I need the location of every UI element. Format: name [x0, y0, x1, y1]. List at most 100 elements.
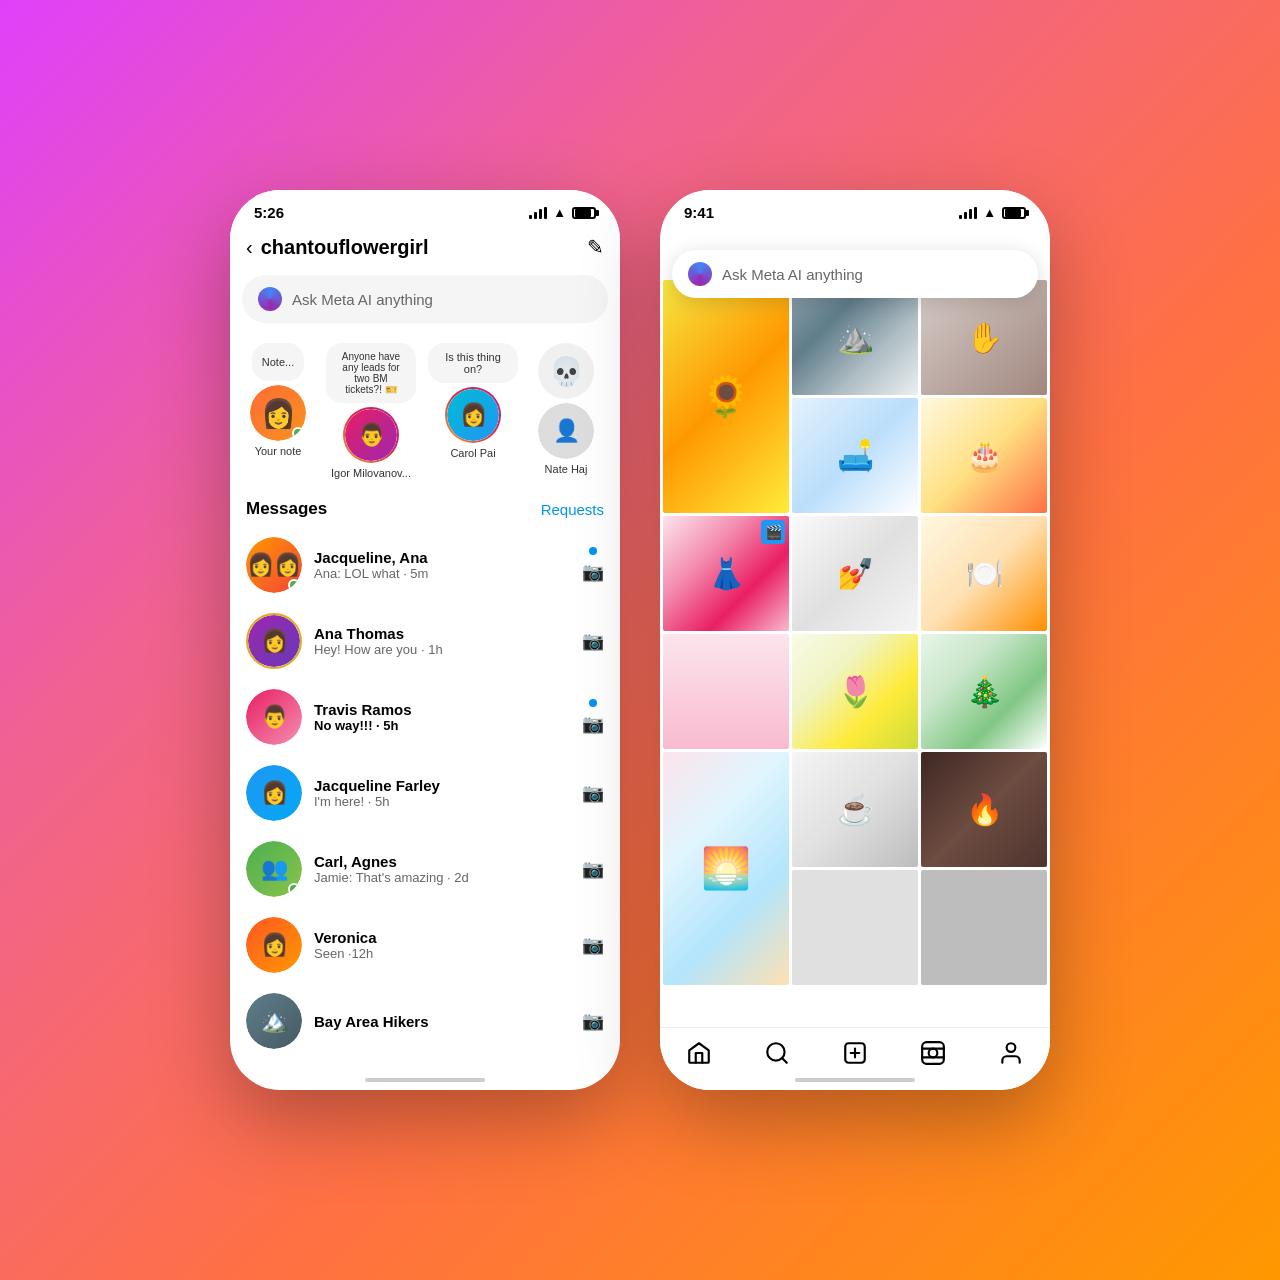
- msg-name-3: Travis Ramos: [314, 701, 570, 718]
- msg-preview-6: Seen ·12h: [314, 946, 570, 961]
- note-item-2[interactable]: Anyone have any leads for two BM tickets…: [326, 343, 416, 479]
- camera-icon-4[interactable]: 📷: [582, 782, 604, 804]
- msg-name-1: Jacqueline, Ana: [314, 549, 570, 566]
- battery-icon-right: [1002, 207, 1026, 219]
- note-bubble-3: Is this thing on?: [428, 343, 518, 383]
- status-bar-right: 9:41 ▲: [660, 190, 1050, 227]
- message-item-4[interactable]: 👩 Jacqueline Farley I'm here! · 5h 📷: [242, 755, 608, 831]
- msg-content-2: Ana Thomas Hey! How are you · 1h: [314, 625, 570, 657]
- msg-preview-5: Jamie: That's amazing · 2d: [314, 870, 570, 885]
- note-label-4: Nate Haj: [545, 463, 588, 475]
- msg-right-6: 📷: [582, 934, 604, 956]
- msg-name-5: Carl, Agnes: [314, 853, 570, 870]
- msg-right-1: 📷: [582, 547, 604, 583]
- online-dot-5: [288, 883, 300, 895]
- home-indicator-left: [365, 1078, 485, 1082]
- grid-cell-14[interactable]: [792, 870, 918, 985]
- avatar-4: 👩: [246, 765, 302, 821]
- message-item-5[interactable]: 👥 Carl, Agnes Jamie: That's amazing · 2d…: [242, 831, 608, 907]
- msg-content-3: Travis Ramos No way!!! · 5h: [314, 701, 570, 733]
- meta-ai-search-left[interactable]: Ask Meta AI anything: [242, 275, 608, 323]
- grid-cell-1[interactable]: 🌻: [663, 280, 789, 513]
- camera-icon-1[interactable]: 📷: [582, 561, 604, 583]
- meta-ai-placeholder-left: Ask Meta AI anything: [292, 291, 433, 308]
- message-list: 👩‍👩 Jacqueline, Ana Ana: LOL what · 5m 📷…: [230, 527, 620, 1059]
- meta-ai-placeholder-right: Ask Meta AI anything: [722, 266, 863, 283]
- nav-search[interactable]: [764, 1040, 790, 1066]
- grid-cell-15[interactable]: [921, 870, 1047, 985]
- message-item-1[interactable]: 👩‍👩 Jacqueline, Ana Ana: LOL what · 5m 📷: [242, 527, 608, 603]
- svg-rect-5: [922, 1042, 944, 1064]
- unread-dot-3: [589, 699, 597, 707]
- phone-right: 9:41 ▲ Ask Meta AI anything: [660, 190, 1050, 1090]
- grid-cell-5[interactable]: 🎂: [921, 398, 1047, 513]
- note-label-3: Carol Pai: [450, 447, 495, 459]
- grid-cell-11[interactable]: 🌅: [663, 752, 789, 985]
- grid-cell-4[interactable]: 🛋️: [792, 398, 918, 513]
- avatar-6: 👩: [246, 917, 302, 973]
- msg-content-5: Carl, Agnes Jamie: That's amazing · 2d: [314, 853, 570, 885]
- nav-add[interactable]: [842, 1040, 868, 1066]
- grid-cell-10[interactable]: 🎄: [921, 634, 1047, 749]
- unread-dot-1: [589, 547, 597, 555]
- nav-reels[interactable]: [920, 1040, 946, 1066]
- nav-profile[interactable]: [998, 1040, 1024, 1066]
- note-avatar-3: 👩: [445, 387, 501, 443]
- svg-line-1: [782, 1058, 787, 1063]
- grid-cell-13[interactable]: 🔥: [921, 752, 1047, 867]
- svg-point-6: [929, 1049, 938, 1058]
- message-item-6[interactable]: 👩 Veronica Seen ·12h 📷: [242, 907, 608, 983]
- note-item-4[interactable]: 💀 👤 Nate Haj: [530, 343, 602, 479]
- grid-cell-9[interactable]: 🌷: [792, 634, 918, 749]
- online-dot-1: [288, 579, 300, 591]
- message-item-3[interactable]: 👨 Travis Ramos No way!!! · 5h 📷: [242, 679, 608, 755]
- message-item-2[interactable]: 👩 Ana Thomas Hey! How are you · 1h 📷: [242, 603, 608, 679]
- grid-cell-8[interactable]: 🍽️: [921, 516, 1047, 631]
- back-button[interactable]: ‹: [246, 236, 253, 259]
- dm-header: ‹ chantouflowergirl ✎: [230, 227, 620, 271]
- note-label-1: Your note: [255, 445, 302, 457]
- time-left: 5:26: [254, 204, 284, 221]
- notes-row: Note... 👩 Your note Anyone have any lead…: [230, 335, 620, 491]
- camera-icon-3[interactable]: 📷: [582, 713, 604, 735]
- msg-name-7: Bay Area Hikers: [314, 1013, 570, 1030]
- svg-point-9: [1007, 1043, 1016, 1052]
- dm-username: chantouflowergirl: [261, 236, 429, 259]
- msg-name-4: Jacqueline Farley: [314, 777, 570, 794]
- compose-icon[interactable]: ✎: [587, 235, 604, 259]
- avatar-7: 🏔️: [246, 993, 302, 1049]
- signal-icon: [529, 207, 547, 219]
- meta-ai-search-right[interactable]: Ask Meta AI anything: [672, 250, 1038, 298]
- meta-ai-orb-left: [258, 287, 282, 311]
- msg-content-4: Jacqueline Farley I'm here! · 5h: [314, 777, 570, 809]
- phone-left: 5:26 ▲ ‹ chantouflowergirl ✎: [230, 190, 620, 1090]
- nav-home[interactable]: [686, 1040, 712, 1066]
- avatar-5: 👥: [246, 841, 302, 897]
- camera-icon-6[interactable]: 📷: [582, 934, 604, 956]
- message-item-7[interactable]: 🏔️ Bay Area Hikers 📷: [242, 983, 608, 1059]
- avatar-1: 👩‍👩: [246, 537, 302, 593]
- status-icons-left: ▲: [529, 205, 596, 220]
- grid-cell-7[interactable]: 💅: [792, 516, 918, 631]
- msg-right-4: 📷: [582, 782, 604, 804]
- grid-cell-left-tall-bottom[interactable]: [663, 634, 789, 749]
- note-text-1: Note...: [262, 356, 294, 368]
- camera-icon-5[interactable]: 📷: [582, 858, 604, 880]
- grid-cell-12[interactable]: ☕: [792, 752, 918, 867]
- note-item-3[interactable]: Is this thing on? 👩 Carol Pai: [428, 343, 518, 479]
- camera-icon-7[interactable]: 📷: [582, 1010, 604, 1032]
- msg-preview-2: Hey! How are you · 1h: [314, 642, 570, 657]
- note-bubble-1: Note...: [252, 343, 304, 381]
- wifi-icon: ▲: [553, 205, 566, 220]
- msg-preview-3: No way!!! · 5h: [314, 718, 570, 733]
- msg-preview-4: I'm here! · 5h: [314, 794, 570, 809]
- msg-content-1: Jacqueline, Ana Ana: LOL what · 5m: [314, 549, 570, 581]
- msg-content-6: Veronica Seen ·12h: [314, 929, 570, 961]
- note-item-1[interactable]: Note... 👩 Your note: [242, 343, 314, 479]
- status-icons-right: ▲: [959, 205, 1026, 220]
- requests-link[interactable]: Requests: [541, 501, 604, 518]
- grid-cell-6[interactable]: 🎬 👗: [663, 516, 789, 631]
- wifi-icon-right: ▲: [983, 205, 996, 220]
- camera-icon-2[interactable]: 📷: [582, 630, 604, 652]
- dm-header-left: ‹ chantouflowergirl: [246, 236, 428, 259]
